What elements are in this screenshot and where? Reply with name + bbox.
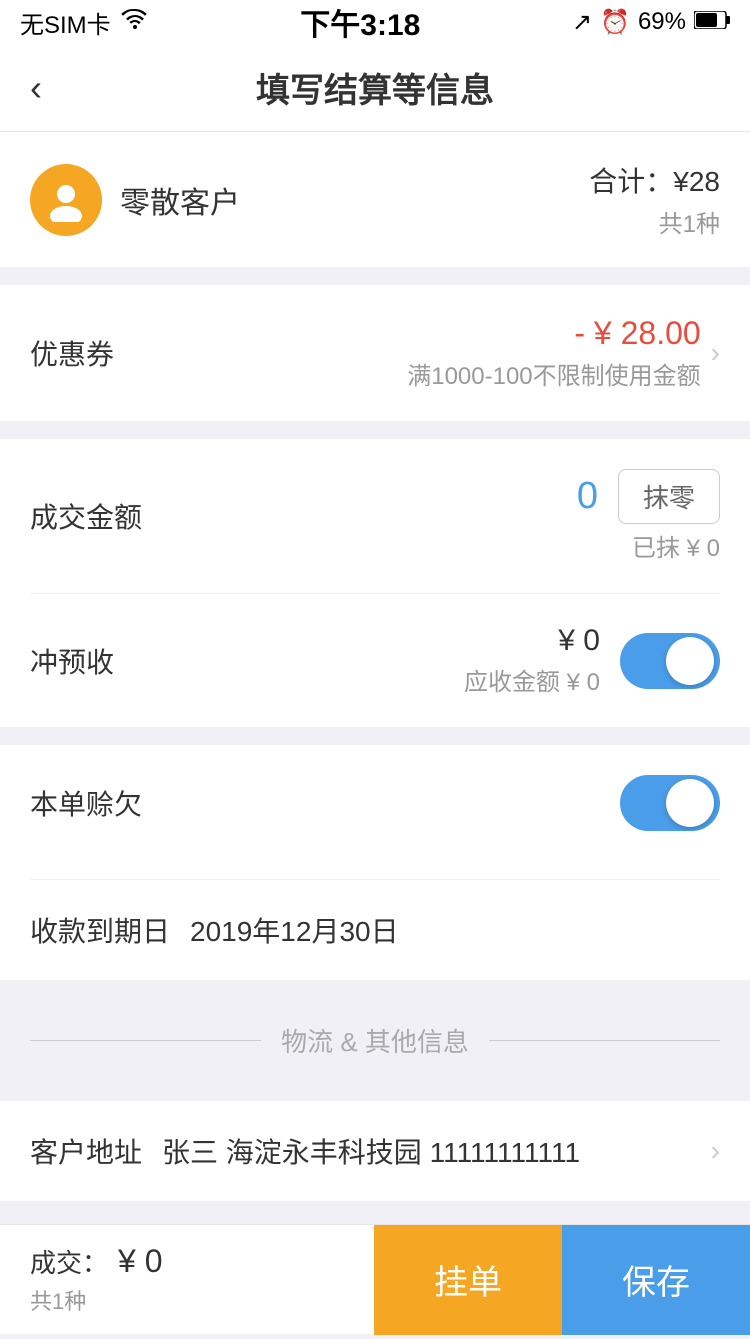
- customer-total: 合计：¥28: [589, 160, 720, 200]
- deal-amount-value[interactable]: 0: [577, 475, 598, 518]
- toggle-knob: [666, 637, 714, 685]
- logistics-label: 物流 & 其他信息: [281, 1022, 469, 1059]
- pre-receive-row: 冲预收 ¥ 0 应收金额 ¥ 0: [0, 594, 750, 727]
- address-chevron-icon: ›: [711, 1135, 720, 1167]
- deal-amount-right: 0 抹零 已抹 ¥ 0: [577, 469, 720, 563]
- debt-toggle-knob: [666, 779, 714, 827]
- status-left: 无SIM卡: [20, 5, 149, 40]
- status-right: ↗ ⏰ 69%: [572, 8, 730, 37]
- debt-row: 本单赊欠: [0, 745, 750, 861]
- pre-receive-toggle[interactable]: [620, 633, 720, 689]
- logistics-divider: 物流 & 其他信息: [30, 1022, 720, 1059]
- bottom-count: 共1种: [30, 1284, 344, 1316]
- back-button[interactable]: ‹: [30, 67, 42, 109]
- status-time: 下午3:18: [300, 0, 420, 44]
- status-bar: 无SIM卡 下午3:18 ↗ ⏰ 69%: [0, 0, 750, 44]
- logistics-section: 物流 & 其他信息: [0, 998, 750, 1083]
- due-date-row: 收款到期日 2019年12月30日: [0, 880, 750, 980]
- deal-amount-section: 成交金额 0 抹零 已抹 ¥ 0 冲预收 ¥ 0 应收金额 ¥ 0: [0, 439, 750, 727]
- customer-avatar: [30, 164, 102, 236]
- bottom-deal-amount: ¥ 0: [118, 1243, 162, 1280]
- nav-bar: ‹ 填写结算等信息: [0, 44, 750, 132]
- address-left: 客户地址 张三 海淀永丰科技园 11111111111: [30, 1131, 580, 1171]
- coupon-row[interactable]: 优惠券 - ¥ 28.00 满1000-100不限制使用金额 ›: [0, 285, 750, 421]
- deal-amount-sub: 已抹 ¥ 0: [632, 528, 720, 563]
- customer-name: 零散客户: [120, 178, 240, 222]
- pending-button[interactable]: 挂单: [374, 1225, 562, 1335]
- customer-left: 零散客户: [30, 164, 240, 236]
- location-icon: ↗: [572, 8, 592, 37]
- bottom-deal-label: 成交：: [30, 1243, 108, 1280]
- pre-receive-text: ¥ 0 应收金额 ¥ 0: [464, 624, 600, 697]
- pre-receive-amount: ¥ 0: [464, 624, 600, 658]
- debt-label: 本单赊欠: [30, 783, 150, 823]
- address-label: 客户地址: [30, 1131, 142, 1171]
- customer-count: 共1种: [589, 204, 720, 239]
- save-button[interactable]: 保存: [562, 1225, 750, 1335]
- wifi-icon: [121, 8, 149, 36]
- carrier-label: 无SIM卡: [20, 5, 111, 40]
- battery-label: 69%: [638, 8, 686, 36]
- customer-row: 零散客户 合计：¥28 共1种: [0, 132, 750, 267]
- battery-icon: [694, 8, 730, 36]
- due-date-value: 2019年12月30日: [190, 910, 399, 950]
- pre-receive-label: 冲预收: [30, 641, 150, 681]
- address-row[interactable]: 客户地址 张三 海淀永丰科技园 11111111111 ›: [0, 1101, 750, 1201]
- alarm-icon: ⏰: [600, 8, 630, 37]
- bottom-bar: 成交： ¥ 0 共1种 挂单 保存: [0, 1224, 750, 1334]
- coupon-discount: - ¥ 28.00: [407, 315, 700, 352]
- coupon-chevron-icon: ›: [711, 337, 720, 369]
- due-date-label: 收款到期日: [30, 910, 170, 950]
- pre-receive-right: ¥ 0 应收金额 ¥ 0: [464, 624, 720, 697]
- bottom-deal: 成交： ¥ 0: [30, 1243, 344, 1280]
- bottom-info: 成交： ¥ 0 共1种: [0, 1243, 374, 1316]
- deal-amount-label: 成交金额: [30, 496, 150, 536]
- address-section: 客户地址 张三 海淀永丰科技园 11111111111 ›: [0, 1101, 750, 1201]
- content-area: 零散客户 合计：¥28 共1种 优惠券 - ¥ 28.00 满1000-100不…: [0, 132, 750, 1339]
- page-title: 填写结算等信息: [256, 63, 494, 112]
- customer-right: 合计：¥28 共1种: [589, 160, 720, 239]
- divider-line-left: [30, 1040, 261, 1041]
- divider-line-right: [489, 1040, 720, 1041]
- coupon-label: 优惠券: [30, 333, 150, 373]
- debt-section: 本单赊欠 收款到期日 2019年12月30日: [0, 745, 750, 980]
- deal-amount-row: 成交金额 0 抹零 已抹 ¥ 0: [0, 439, 750, 593]
- debt-toggle[interactable]: [620, 775, 720, 831]
- coupon-section: 优惠券 - ¥ 28.00 满1000-100不限制使用金额 ›: [0, 285, 750, 421]
- address-value: 张三 海淀永丰科技园 11111111111: [162, 1131, 580, 1171]
- coupon-right: - ¥ 28.00 满1000-100不限制使用金额 ›: [407, 315, 720, 391]
- pre-receive-sub: 应收金额 ¥ 0: [464, 662, 600, 697]
- round-off-button[interactable]: 抹零: [618, 469, 720, 524]
- coupon-desc: 满1000-100不限制使用金额: [407, 356, 700, 391]
- amount-top: 0 抹零: [577, 469, 720, 524]
